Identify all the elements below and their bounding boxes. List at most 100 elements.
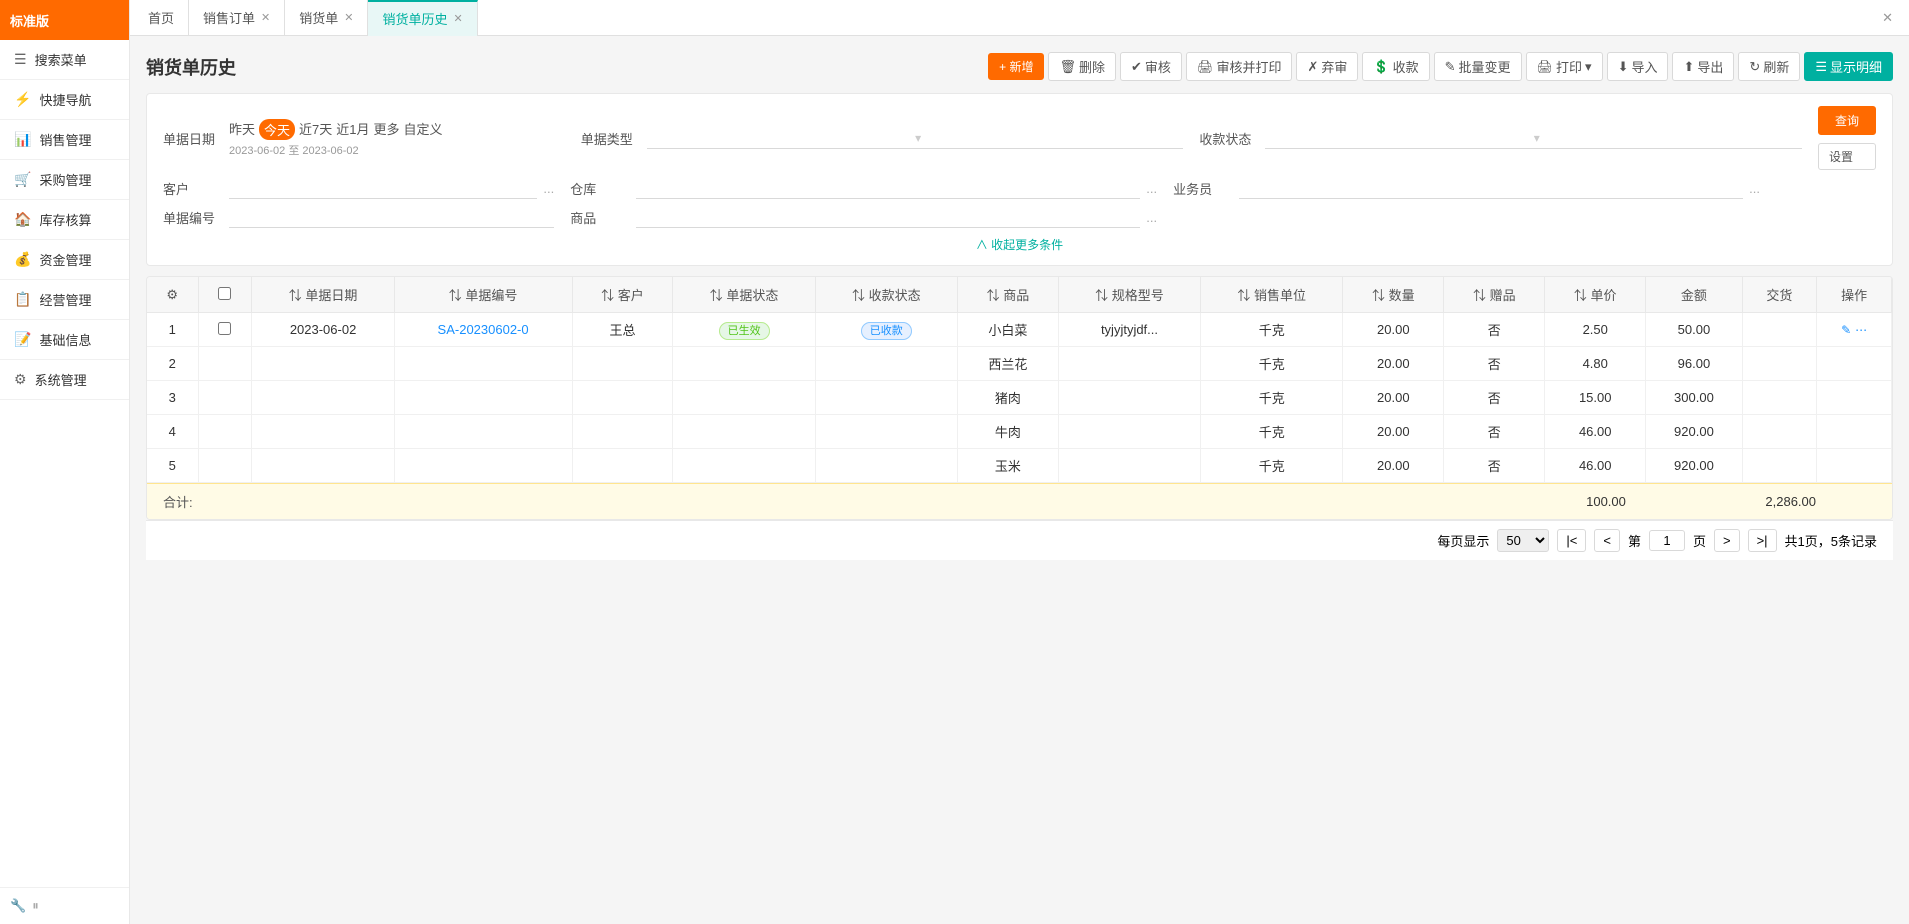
tab-close-all[interactable]: ✕: [1870, 10, 1905, 26]
customer-ellipsis[interactable]: ...: [543, 181, 554, 196]
row-qty: 20.00: [1343, 381, 1444, 415]
row-doc-no[interactable]: [394, 415, 572, 449]
tab-home[interactable]: 首页: [134, 0, 189, 36]
col-checkbox[interactable]: [198, 277, 252, 313]
goods-ellipsis[interactable]: ...: [1146, 210, 1157, 225]
sidebar-item-sales-mgmt[interactable]: 📊 销售管理: [0, 120, 129, 160]
doc-type-label: 单据类型: [581, 129, 641, 148]
row-action[interactable]: [1817, 381, 1892, 415]
tab-sales-order[interactable]: 销售订单 ✕: [189, 0, 285, 36]
shortcut-more[interactable]: 更多: [374, 119, 400, 140]
doc-type-select[interactable]: ▾: [647, 128, 1184, 149]
per-page-select[interactable]: 50 100: [1497, 529, 1549, 552]
shortcut-1month[interactable]: 近1月: [336, 119, 369, 140]
page-input[interactable]: [1649, 530, 1685, 551]
row-unit: 千克: [1201, 313, 1343, 347]
warehouse-ellipsis[interactable]: ...: [1146, 181, 1157, 196]
tab-sales-delivery-history-close[interactable]: ✕: [454, 12, 463, 25]
row-action[interactable]: [1817, 347, 1892, 381]
sidebar-item-purchase-mgmt[interactable]: 🛒 采购管理: [0, 160, 129, 200]
sidebar-item-basic-info[interactable]: 📝 基础信息: [0, 320, 129, 360]
row-doc-no[interactable]: [394, 347, 572, 381]
export-button[interactable]: ⬆ 导出: [1672, 52, 1734, 81]
query-button[interactable]: 查询: [1818, 106, 1876, 135]
refresh-icon: ↻: [1749, 59, 1760, 75]
row-collect-status: [815, 415, 957, 449]
delete-button[interactable]: 🗑 删除: [1048, 52, 1116, 81]
row-checkbox[interactable]: [198, 449, 252, 483]
sidebar-item-ops-mgmt[interactable]: 📋 经营管理: [0, 280, 129, 320]
salesperson-ellipsis[interactable]: ...: [1749, 181, 1760, 196]
batch-change-icon: ✎: [1445, 59, 1456, 75]
sort-qty-icon: ⇅: [1372, 288, 1385, 303]
tab-sales-delivery-history[interactable]: 销货单历史 ✕: [368, 0, 477, 36]
shortcut-today[interactable]: 今天: [259, 119, 295, 140]
sidebar-bottom-icon2[interactable]: ⏸: [32, 898, 39, 914]
sidebar-bottom-icon1[interactable]: 🔧: [10, 898, 26, 914]
row-checkbox[interactable]: [198, 415, 252, 449]
salesperson-input[interactable]: [1239, 178, 1743, 199]
collapse-btn[interactable]: ∧ 收起更多条件: [163, 236, 1876, 253]
last-page-btn[interactable]: >|: [1748, 529, 1777, 552]
row-no: 3: [147, 381, 198, 415]
collect-status-select[interactable]: ▾: [1265, 128, 1802, 149]
review-button[interactable]: ✔ 审核: [1120, 52, 1182, 81]
batch-change-button[interactable]: ✎ 批量变更: [1434, 52, 1522, 81]
row-checkbox[interactable]: [198, 347, 252, 381]
new-button[interactable]: + 新增: [988, 53, 1044, 80]
goods-input[interactable]: [636, 207, 1140, 228]
col-collect-status[interactable]: ⇅ 收款状态: [815, 277, 957, 313]
warehouse-input[interactable]: [636, 178, 1140, 199]
col-doc-status[interactable]: ⇅ 单据状态: [673, 277, 815, 313]
row-doc-status: [673, 347, 815, 381]
col-amount[interactable]: 金额: [1646, 277, 1742, 313]
col-date[interactable]: ⇅ 单据日期: [252, 277, 394, 313]
col-qty[interactable]: ⇅ 数量: [1343, 277, 1444, 313]
col-transaction[interactable]: 交货: [1742, 277, 1817, 313]
collect-button[interactable]: 💲 收款: [1362, 52, 1429, 81]
tab-sales-delivery[interactable]: 销货单 ✕: [285, 0, 368, 36]
row-doc-no[interactable]: [394, 449, 572, 483]
col-price[interactable]: ⇅ 单价: [1545, 277, 1646, 313]
show-detail-button[interactable]: ☰ 显示明细: [1804, 52, 1893, 81]
col-customer[interactable]: ⇅ 客户: [572, 277, 673, 313]
sidebar-item-quick-nav[interactable]: ⚡ 快捷导航: [0, 80, 129, 120]
row-checkbox[interactable]: [198, 381, 252, 415]
next-page-btn[interactable]: >: [1714, 529, 1740, 552]
shortcut-custom[interactable]: 自定义: [404, 119, 443, 140]
sidebar-item-fund-mgmt[interactable]: 💰 资金管理: [0, 240, 129, 280]
col-doc-no[interactable]: ⇅ 单据编号: [394, 277, 572, 313]
print-button[interactable]: 🖨 打印 ▾: [1526, 52, 1603, 81]
col-goods[interactable]: ⇅ 商品: [957, 277, 1058, 313]
tab-sales-delivery-close[interactable]: ✕: [344, 11, 353, 24]
col-unit[interactable]: ⇅ 销售单位: [1201, 277, 1343, 313]
col-gift[interactable]: ⇅ 赠品: [1444, 277, 1545, 313]
col-spec[interactable]: ⇅ 规格型号: [1058, 277, 1200, 313]
row-action[interactable]: [1817, 415, 1892, 449]
review-print-button[interactable]: 🖨 审核并打印: [1186, 52, 1293, 81]
shortcut-7days[interactable]: 近7天: [299, 119, 332, 140]
row-checkbox[interactable]: [198, 313, 252, 347]
shortcut-yesterday[interactable]: 昨天: [229, 119, 255, 140]
doc-no-input[interactable]: [229, 207, 554, 228]
customer-input[interactable]: [229, 178, 537, 199]
row-action[interactable]: [1817, 449, 1892, 483]
abandon-button[interactable]: ✗ 弃审: [1296, 52, 1358, 81]
tab-home-label: 首页: [148, 8, 174, 27]
sidebar-item-sys-mgmt[interactable]: ⚙ 系统管理: [0, 360, 129, 400]
sidebar-item-label: 经营管理: [39, 290, 91, 309]
first-page-btn[interactable]: |<: [1557, 529, 1586, 552]
refresh-button[interactable]: ↻ 刷新: [1738, 52, 1800, 81]
row-doc-no[interactable]: [394, 381, 572, 415]
row-action[interactable]: ✎⋯: [1817, 313, 1892, 347]
import-button[interactable]: ⬇ 导入: [1607, 52, 1669, 81]
prev-page-btn[interactable]: <: [1594, 529, 1620, 552]
row-unit: 千克: [1201, 347, 1343, 381]
sidebar-item-inventory-calc[interactable]: 🏠 库存核算: [0, 200, 129, 240]
tab-sales-order-close[interactable]: ✕: [261, 11, 270, 24]
select-all-checkbox[interactable]: [218, 287, 231, 300]
setting-button[interactable]: 设置: [1818, 143, 1876, 170]
col-gear[interactable]: ⚙: [147, 277, 198, 313]
row-doc-no[interactable]: SA-20230602-0: [394, 313, 572, 347]
sidebar-item-search-menu[interactable]: ☰ 搜索菜单: [0, 40, 129, 80]
